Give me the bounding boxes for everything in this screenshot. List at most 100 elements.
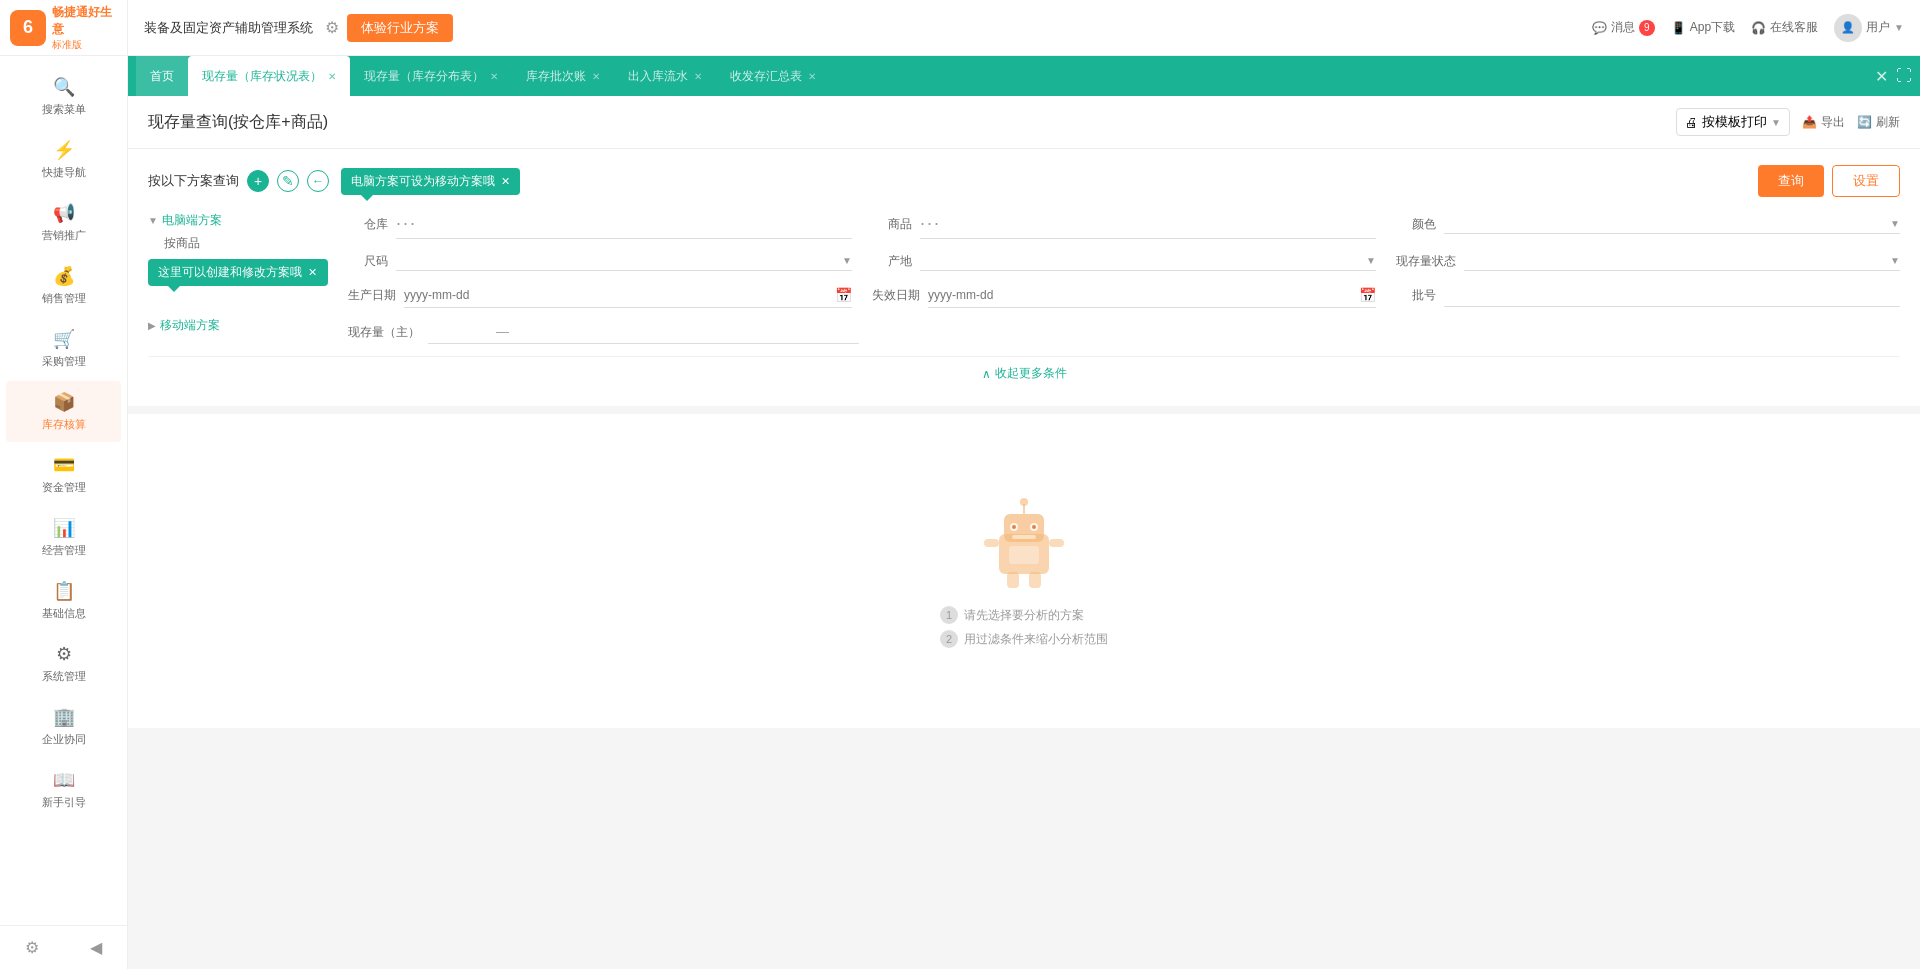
- qty-min-input[interactable]: [428, 325, 488, 339]
- origin-select[interactable]: ▼: [920, 251, 1376, 271]
- industry-btn[interactable]: 体验行业方案: [347, 14, 453, 42]
- tab-inout-flow[interactable]: 出入库流水 ✕: [614, 56, 716, 96]
- logo-name: 畅捷通好生意: [52, 4, 117, 38]
- sidebar-item-label: 库存核算: [42, 417, 86, 432]
- hint-item-2: 2 用过滤条件来缩小分析范围: [940, 630, 1108, 648]
- tab-label: 现存量（库存分布表）: [364, 68, 484, 85]
- refresh-icon: 🔄: [1857, 115, 1872, 129]
- sidebar-item-inventory[interactable]: 📦 库存核算: [6, 381, 121, 442]
- sidebar-item-label: 资金管理: [42, 480, 86, 495]
- desktop-scheme-item[interactable]: ▼ 电脑端方案: [148, 209, 328, 232]
- mobile-scheme-item[interactable]: ▶ 移动端方案: [148, 314, 328, 337]
- add-scheme-btn[interactable]: +: [247, 170, 269, 192]
- print-dropdown-icon[interactable]: ▼: [1771, 117, 1781, 128]
- warehouse-dots[interactable]: ···: [396, 209, 852, 239]
- tabs-bar: 首页 现存量（库存状况表） ✕ 现存量（库存分布表） ✕ 库存批次账 ✕ 出入库…: [128, 56, 1920, 96]
- svg-rect-13: [1009, 546, 1039, 564]
- mobile-scheme-label: 移动端方案: [160, 317, 220, 334]
- size-label: 尺码: [348, 253, 388, 270]
- header-gear-icon[interactable]: ⚙: [325, 18, 339, 37]
- tab-close-icon[interactable]: ✕: [490, 71, 498, 82]
- sidebar-item-enterprise[interactable]: 🏢 企业协同: [6, 696, 121, 757]
- user-menu[interactable]: 👤 用户 ▼: [1834, 14, 1904, 42]
- tab-close-all-icon[interactable]: ✕: [1875, 67, 1888, 86]
- sidebar-item-basic-info[interactable]: 📋 基础信息: [6, 570, 121, 631]
- tooltip-create-close[interactable]: ✕: [308, 266, 317, 279]
- sidebar-item-quick-nav[interactable]: ⚡ 快捷导航: [6, 129, 121, 190]
- tab-inventory-batch[interactable]: 库存批次账 ✕: [512, 56, 614, 96]
- exp-date-input[interactable]: [928, 288, 1359, 302]
- by-product-item[interactable]: 按商品: [164, 232, 328, 255]
- tab-close-icon[interactable]: ✕: [808, 71, 816, 82]
- tree-arrow-down: ▼: [148, 215, 158, 226]
- inv-status-select[interactable]: ▼: [1464, 251, 1900, 271]
- origin-select-arrow: ▼: [1366, 255, 1376, 266]
- sidebar-item-search-menu[interactable]: 🔍 搜索菜单: [6, 66, 121, 127]
- batch-input[interactable]: [1444, 284, 1900, 307]
- tab-collect-send[interactable]: 收发存汇总表 ✕: [716, 56, 830, 96]
- qty-max-input[interactable]: [517, 325, 577, 339]
- logo-icon: 6: [10, 10, 46, 46]
- sidebar-item-label: 采购管理: [42, 354, 86, 369]
- sidebar-item-finance[interactable]: 💳 资金管理: [6, 444, 121, 505]
- back-scheme-btn[interactable]: ←: [307, 170, 329, 192]
- hint-num-2: 2: [940, 630, 958, 648]
- tree-arrow-right: ▶: [148, 320, 156, 331]
- tab-inventory-dist[interactable]: 现存量（库存分布表） ✕: [350, 56, 512, 96]
- user-avatar: 👤: [1834, 14, 1862, 42]
- message-label: 消息: [1611, 19, 1635, 36]
- product-item-label: 按商品: [164, 235, 200, 252]
- color-label: 颜色: [1396, 216, 1436, 233]
- sidebar-item-system[interactable]: ⚙ 系统管理: [6, 633, 121, 694]
- size-select[interactable]: ▼: [396, 251, 852, 271]
- tab-close-icon[interactable]: ✕: [694, 71, 702, 82]
- tab-home[interactable]: 首页: [136, 56, 188, 96]
- sidebar-item-operations[interactable]: 📊 经营管理: [6, 507, 121, 568]
- collapse-label: 收起更多条件: [995, 365, 1067, 382]
- tooltip-close-btn[interactable]: ✕: [501, 175, 510, 188]
- collapse-bar[interactable]: ∧ 收起更多条件: [148, 356, 1900, 390]
- refresh-btn[interactable]: 🔄 刷新: [1857, 114, 1900, 131]
- prod-date-label: 生产日期: [348, 287, 396, 304]
- batch-label: 批号: [1396, 287, 1436, 304]
- prod-date-field[interactable]: 📅: [404, 283, 852, 308]
- settings-bottom-icon[interactable]: ⚙: [25, 938, 39, 957]
- search-btn[interactable]: 查询: [1758, 165, 1824, 197]
- product-label: 商品: [872, 216, 912, 233]
- sidebar-item-marketing[interactable]: 📢 营销推广: [6, 192, 121, 253]
- filter-field-exp-date: 失效日期 📅: [872, 283, 1376, 308]
- print-btn[interactable]: 🖨 按模板打印 ▼: [1676, 108, 1790, 136]
- exp-date-calendar-icon[interactable]: 📅: [1359, 287, 1376, 303]
- tab-label: 收发存汇总表: [730, 68, 802, 85]
- tooltip-create-wrapper: 这里可以创建和修改方案哦 ✕: [148, 259, 328, 286]
- guide-icon: 📖: [53, 769, 75, 791]
- tab-close-icon[interactable]: ✕: [328, 71, 336, 82]
- export-icon: 📤: [1802, 115, 1817, 129]
- tab-inventory-status[interactable]: 现存量（库存状况表） ✕: [188, 56, 350, 96]
- sidebar-item-sales[interactable]: 💰 销售管理: [6, 255, 121, 316]
- message-btn[interactable]: 💬 消息 9: [1592, 19, 1655, 36]
- sidebar-item-guide[interactable]: 📖 新手引导: [6, 759, 121, 820]
- color-select[interactable]: ▼: [1444, 214, 1900, 234]
- tab-close-icon[interactable]: ✕: [592, 71, 600, 82]
- exp-date-field[interactable]: 📅: [928, 283, 1376, 308]
- app-download-label: App下载: [1690, 19, 1735, 36]
- product-dots[interactable]: ···: [920, 209, 1376, 239]
- app-download-btn[interactable]: 📱 App下载: [1671, 19, 1735, 36]
- settings-btn[interactable]: 设置: [1832, 165, 1900, 197]
- qty-range-field: —: [428, 320, 859, 344]
- filter-field-color: 颜色 ▼: [1396, 214, 1900, 234]
- filter-row-3: 生产日期 📅 失效日期 📅: [348, 283, 1900, 308]
- empty-illustration: [974, 494, 1074, 594]
- prod-date-calendar-icon[interactable]: 📅: [835, 287, 852, 303]
- export-btn[interactable]: 📤 导出: [1802, 114, 1845, 131]
- sidebar-nav: 🔍 搜索菜单 ⚡ 快捷导航 📢 营销推广 💰 销售管理 🛒 采购管理 📦 库存核…: [0, 56, 127, 925]
- scheme-tree: ▼ 电脑端方案 按商品 这里可以创建和修改方案哦 ✕ ▶: [148, 209, 328, 348]
- filter-field-batch: 批号: [1396, 284, 1900, 307]
- tab-expand-icon[interactable]: ⛶: [1896, 67, 1912, 85]
- collapse-sidebar-icon[interactable]: ◀: [90, 938, 102, 957]
- edit-scheme-btn[interactable]: ✎: [277, 170, 299, 192]
- online-support-btn[interactable]: 🎧 在线客服: [1751, 19, 1818, 36]
- prod-date-input[interactable]: [404, 288, 835, 302]
- sidebar-item-purchase[interactable]: 🛒 采购管理: [6, 318, 121, 379]
